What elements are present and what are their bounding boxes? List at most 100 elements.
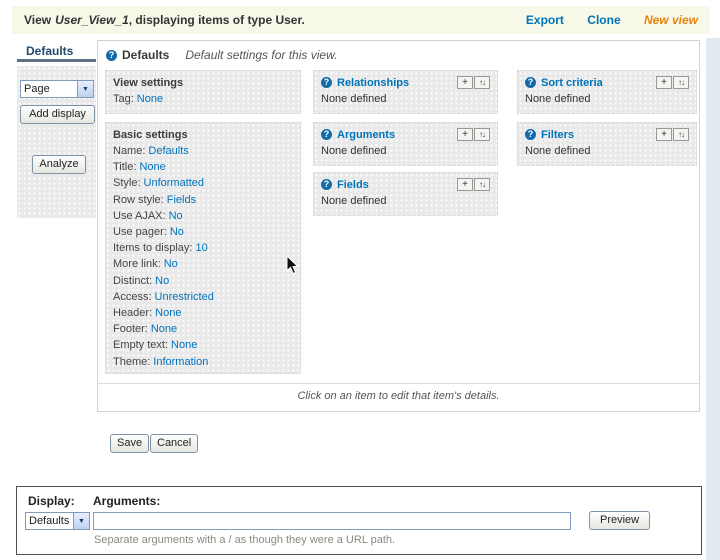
tab-defaults[interactable]: Defaults	[17, 40, 96, 62]
arguments-link[interactable]: Arguments	[337, 129, 395, 141]
setting-value-link[interactable]: None	[137, 93, 163, 105]
add-display-button[interactable]: Add display	[20, 105, 95, 124]
setting-row-theme: Theme: Information	[113, 354, 293, 370]
setting-label: More link:	[113, 258, 161, 271]
panel-sort-criteria: ? Sort criteria + ↑↓ None defined	[517, 70, 697, 114]
arguments-input[interactable]	[93, 512, 571, 530]
dropdown-arrow-icon: ▼	[73, 513, 89, 529]
sort-criteria-link[interactable]: Sort criteria	[541, 77, 603, 89]
view-actions: Export Clone New view	[506, 13, 698, 27]
rearrange-icon[interactable]: ↑↓	[673, 128, 689, 141]
help-icon[interactable]: ?	[321, 129, 332, 140]
setting-value-link[interactable]: None	[155, 307, 181, 319]
setting-value-link[interactable]: No	[155, 275, 169, 287]
setting-value-link[interactable]: Unrestricted	[155, 291, 214, 303]
analyze-button[interactable]: Analyze	[32, 155, 86, 174]
help-icon[interactable]: ?	[321, 179, 332, 190]
display-heading-title: Defaults	[122, 48, 170, 62]
setting-row-title: Title: None	[113, 159, 293, 175]
add-item-icon[interactable]: +	[457, 178, 473, 191]
clone-link[interactable]: Clone	[587, 13, 620, 27]
setting-value-link[interactable]: None	[151, 323, 177, 335]
setting-label: Use AJAX:	[113, 209, 166, 222]
edit-hint-text: Click on an item to edit that item's det…	[98, 383, 699, 411]
setting-value-link[interactable]: No	[169, 210, 183, 222]
setting-row-more-link: More link: No	[113, 256, 293, 272]
panel-actions: + ↑↓	[456, 76, 490, 89]
export-link[interactable]: Export	[526, 13, 564, 27]
add-item-icon[interactable]: +	[656, 76, 672, 89]
setting-value-link[interactable]: Information	[153, 356, 208, 368]
help-icon[interactable]: ?	[525, 129, 536, 140]
setting-row-empty-text: Empty text: None	[113, 337, 293, 353]
setting-value-link[interactable]: None	[171, 339, 197, 351]
setting-label: Access:	[113, 290, 152, 303]
panel-actions: + ↑↓	[456, 128, 490, 141]
setting-value-link[interactable]: 10	[195, 242, 207, 254]
add-item-icon[interactable]: +	[457, 128, 473, 141]
panel-actions: + ↑↓	[456, 178, 490, 191]
rearrange-icon[interactable]: ↑↓	[474, 178, 490, 191]
display-type-value: Page	[24, 83, 50, 95]
help-icon[interactable]: ?	[321, 77, 332, 88]
setting-label: Use pager:	[113, 226, 167, 239]
empty-text: None defined	[321, 195, 387, 207]
display-heading-description: Default settings for this view.	[185, 48, 338, 62]
setting-row-row-style: Row style: Fields	[113, 192, 293, 208]
page-right-gutter	[706, 38, 720, 560]
setting-value-link[interactable]: Unformatted	[144, 177, 205, 189]
setting-label: Style:	[113, 177, 141, 190]
setting-value-link[interactable]: No	[170, 226, 184, 238]
panel-header: ? Filters + ↑↓	[525, 128, 689, 141]
setting-label: Row style:	[113, 193, 164, 206]
setting-value-link[interactable]: Defaults	[148, 145, 188, 157]
panel-relationships: ? Relationships + ↑↓ None defined	[313, 70, 498, 114]
display-settings-container: ? Defaults Default settings for this vie…	[97, 40, 700, 412]
setting-label: Items to display:	[113, 242, 193, 255]
setting-value-link[interactable]: None	[139, 161, 165, 173]
panel-header: ? Sort criteria + ↑↓	[525, 76, 689, 89]
help-icon[interactable]: ?	[106, 49, 117, 61]
setting-row-name: Name: Defaults	[113, 143, 293, 159]
preview-section: Display: Arguments: Defaults ▼ Preview S…	[16, 486, 702, 555]
empty-text: None defined	[525, 93, 591, 105]
setting-row-items-to-display: Items to display: 10	[113, 240, 293, 256]
help-icon[interactable]: ?	[525, 77, 536, 88]
setting-row-style: Style: Unformatted	[113, 175, 293, 191]
view-title-bar: View User_View_1, displaying items of typ…	[12, 6, 710, 34]
panel-header: ? Fields + ↑↓	[321, 178, 490, 191]
display-type-select[interactable]: Page ▼	[20, 80, 94, 98]
preview-display-select[interactable]: Defaults ▼	[25, 512, 90, 530]
setting-value-link[interactable]: No	[164, 258, 178, 270]
panel-arguments: ? Arguments + ↑↓ None defined	[313, 122, 498, 166]
preview-display-value: Defaults	[29, 515, 70, 527]
setting-label: Empty text:	[113, 339, 169, 352]
empty-text: None defined	[525, 145, 591, 157]
setting-row-use-pager: Use pager: No	[113, 224, 293, 240]
fields-link[interactable]: Fields	[337, 179, 369, 191]
add-item-icon[interactable]: +	[457, 76, 473, 89]
setting-value-link[interactable]: Fields	[167, 194, 196, 206]
panel-filters: ? Filters + ↑↓ None defined	[517, 122, 697, 166]
panel-header: ? Arguments + ↑↓	[321, 128, 490, 141]
mouse-cursor	[286, 255, 299, 275]
save-button[interactable]: Save	[110, 434, 150, 453]
arguments-help-text: Separate arguments with a / as though th…	[94, 534, 396, 546]
relationships-link[interactable]: Relationships	[337, 77, 409, 89]
panel-fields: ? Fields + ↑↓ None defined	[313, 172, 498, 216]
empty-text: None defined	[321, 145, 387, 157]
add-item-icon[interactable]: +	[656, 128, 672, 141]
rearrange-icon[interactable]: ↑↓	[673, 76, 689, 89]
dropdown-arrow-icon: ▼	[77, 81, 93, 97]
rearrange-icon[interactable]: ↑↓	[474, 128, 490, 141]
setting-label: Header:	[113, 307, 153, 320]
filters-link[interactable]: Filters	[541, 129, 574, 141]
display-label: Display:	[28, 494, 75, 508]
page-title: View User_View_1, displaying items of typ…	[24, 13, 305, 27]
cancel-button[interactable]: Cancel	[150, 434, 199, 453]
rearrange-icon[interactable]: ↑↓	[474, 76, 490, 89]
new-view-link[interactable]: New view	[644, 13, 698, 27]
preview-button[interactable]: Preview	[589, 511, 651, 530]
panel-actions: + ↑↓	[655, 128, 689, 141]
setting-label: Name:	[113, 145, 146, 157]
